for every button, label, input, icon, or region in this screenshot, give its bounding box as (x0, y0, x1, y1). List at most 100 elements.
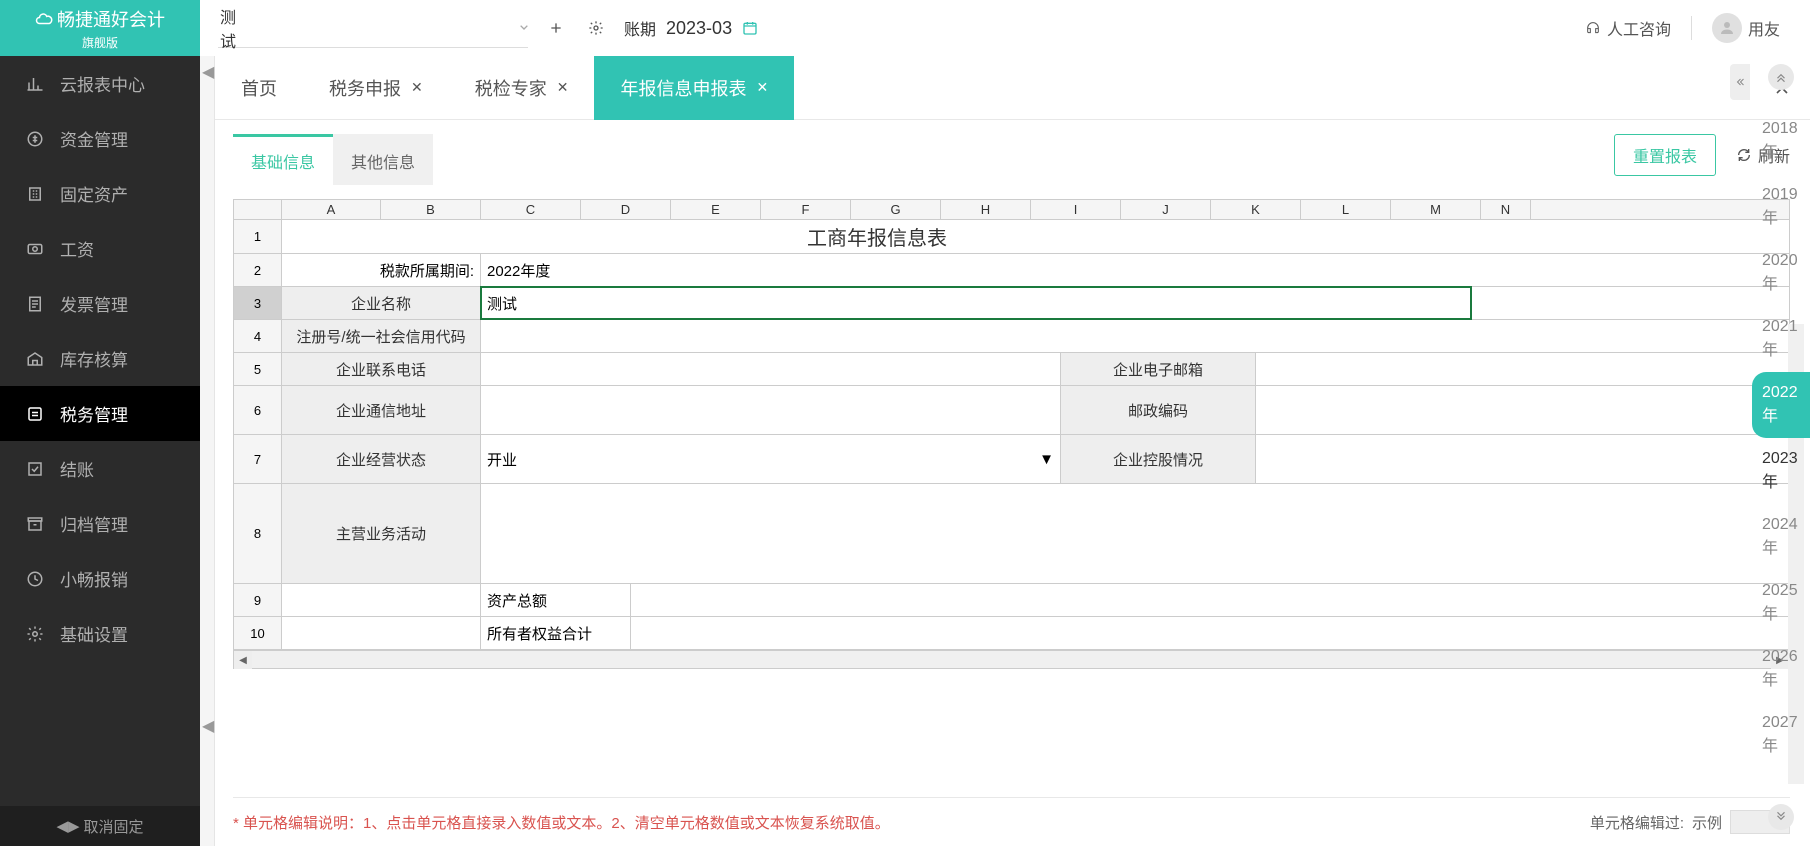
sidebar-item-8[interactable]: 归档管理 (0, 496, 200, 551)
r5-value-b[interactable] (1256, 353, 1471, 385)
row-header-2[interactable]: 2 (234, 254, 282, 287)
reset-button[interactable]: 重置报表 (1614, 134, 1716, 176)
r9-label[interactable]: 资产总额 (481, 584, 631, 616)
r7-label-a[interactable]: 企业经营状态 (282, 435, 481, 483)
year-2027年[interactable]: 2027年 (1752, 702, 1810, 768)
r10-blank[interactable] (282, 617, 481, 649)
sidebar-item-6[interactable]: 税务管理 (0, 386, 200, 441)
company-selector[interactable]: 测试 (218, 8, 528, 48)
row-header-5[interactable]: 5 (234, 353, 282, 386)
year-2026年[interactable]: 2026年 (1752, 636, 1810, 702)
r6-value-b[interactable] (1256, 386, 1471, 434)
col-header-A[interactable]: A (282, 200, 381, 219)
r7-value-a[interactable]: 开业 ▼ (481, 435, 1061, 483)
tab-2[interactable]: 税检专家✕ (449, 56, 595, 120)
col-header-J[interactable]: J (1121, 200, 1211, 219)
sidebar-item-label: 工资 (60, 236, 94, 261)
scroll-left-icon[interactable]: ◀ (234, 651, 252, 669)
sidebar-item-9[interactable]: 小畅报销 (0, 551, 200, 606)
r6-value-a[interactable] (481, 386, 1061, 434)
sidebar-item-3[interactable]: 工资 (0, 221, 200, 276)
tab-3[interactable]: 年报信息申报表✕ (594, 56, 794, 120)
r5-label-b[interactable]: 企业电子邮箱 (1061, 353, 1256, 385)
r10-value[interactable] (631, 617, 1471, 649)
year-2021年[interactable]: 2021年 (1752, 306, 1810, 372)
tab-1[interactable]: 税务申报✕ (303, 56, 449, 120)
sidebar-collapse[interactable]: ◀ ◀ (200, 56, 215, 846)
scroll-top-button[interactable] (1768, 64, 1794, 90)
sidebar-item-2[interactable]: 固定资产 (0, 166, 200, 221)
sidebar-item-5[interactable]: 库存核算 (0, 331, 200, 386)
row-header-10[interactable]: 10 (234, 617, 282, 650)
row-header-6[interactable]: 6 (234, 386, 282, 435)
year-2018年[interactable]: 2018年 (1752, 108, 1810, 174)
r3-value[interactable]: 测试 (481, 287, 1471, 319)
sub-tab-basic[interactable]: 基础信息 (233, 134, 333, 185)
r10-label[interactable]: 所有者权益合计 (481, 617, 631, 649)
col-header-F[interactable]: F (761, 200, 851, 219)
col-header-G[interactable]: G (851, 200, 941, 219)
content-wrap: 基础信息 其他信息 重置报表 刷新 ABCDEFGHIJKLMN 1 2 3 4… (215, 120, 1810, 846)
calendar-icon[interactable] (742, 19, 758, 37)
col-header-D[interactable]: D (581, 200, 671, 219)
r3-label[interactable]: 企业名称 (282, 287, 481, 319)
col-header-N[interactable]: N (1481, 200, 1531, 219)
col-header-I[interactable]: I (1031, 200, 1121, 219)
year-2024年[interactable]: 2024年 (1752, 504, 1810, 570)
r2-label[interactable]: 税款所属期间: (282, 254, 481, 286)
r5-value-a[interactable] (481, 353, 1061, 385)
horizontal-scrollbar[interactable]: ◀ ▶ (234, 650, 1789, 668)
col-header-B[interactable]: B (381, 200, 481, 219)
header-left: 测试 账期 2023-03 (218, 8, 758, 48)
r9-blank[interactable] (282, 584, 481, 616)
sidebar-item-10[interactable]: 基础设置 (0, 606, 200, 661)
sidebar-item-0[interactable]: 云报表中心 (0, 56, 200, 111)
col-header-H[interactable]: H (941, 200, 1031, 219)
row-header-9[interactable]: 9 (234, 584, 282, 617)
r2-value[interactable]: 2022年度 (481, 254, 1471, 286)
settings-button[interactable] (588, 19, 604, 37)
year-2020年[interactable]: 2020年 (1752, 240, 1810, 306)
year-2019年[interactable]: 2019年 (1752, 174, 1810, 240)
r4-value[interactable] (481, 320, 1471, 352)
sheet-title-cell[interactable]: 工商年报信息表 (282, 220, 1472, 253)
year-2022年[interactable]: 2022年 (1752, 372, 1810, 438)
sidebar-unpin[interactable]: ◀▶ 取消固定 (0, 806, 200, 846)
user-section[interactable]: 用友 (1712, 13, 1780, 43)
col-header-E[interactable]: E (671, 200, 761, 219)
add-button[interactable] (548, 19, 564, 37)
r7-value-b[interactable] (1256, 435, 1471, 483)
col-header-C[interactable]: C (481, 200, 581, 219)
r8-label[interactable]: 主营业务活动 (282, 484, 481, 583)
col-header-K[interactable]: K (1211, 200, 1301, 219)
year-2025年[interactable]: 2025年 (1752, 570, 1810, 636)
row-header-7[interactable]: 7 (234, 435, 282, 484)
row-header-3[interactable]: 3 (234, 287, 282, 320)
r6-label-b[interactable]: 邮政编码 (1061, 386, 1256, 434)
unpin-icon: ◀▶ (56, 817, 79, 835)
r7-label-b[interactable]: 企业控股情况 (1061, 435, 1256, 483)
year-2023年[interactable]: 2023年 (1752, 438, 1810, 504)
tab-close-icon[interactable]: ✕ (411, 79, 423, 96)
right-collapse-button[interactable] (1730, 64, 1750, 100)
tab-0[interactable]: 首页 (215, 56, 303, 120)
r4-label[interactable]: 注册号/统一社会信用代码 (282, 320, 481, 352)
sidebar-item-1[interactable]: 资金管理 (0, 111, 200, 166)
sidebar-item-4[interactable]: 发票管理 (0, 276, 200, 331)
logo-label: 畅捷通好会计 (57, 6, 165, 32)
r8-value[interactable] (481, 484, 1471, 583)
col-header-M[interactable]: M (1391, 200, 1481, 219)
row-header-1[interactable]: 1 (234, 220, 282, 254)
r6-label-a[interactable]: 企业通信地址 (282, 386, 481, 434)
consult-button[interactable]: 人工咨询 (1585, 16, 1671, 40)
row-header-8[interactable]: 8 (234, 484, 282, 584)
tab-close-icon[interactable]: ✕ (557, 79, 569, 96)
r5-label-a[interactable]: 企业联系电话 (282, 353, 481, 385)
sidebar-item-7[interactable]: 结账 (0, 441, 200, 496)
col-header-L[interactable]: L (1301, 200, 1391, 219)
scroll-bottom-button[interactable] (1768, 804, 1794, 830)
tab-close-icon[interactable]: ✕ (756, 79, 768, 96)
sub-tab-other[interactable]: 其他信息 (333, 134, 433, 185)
row-header-4[interactable]: 4 (234, 320, 282, 353)
r9-value[interactable] (631, 584, 1471, 616)
